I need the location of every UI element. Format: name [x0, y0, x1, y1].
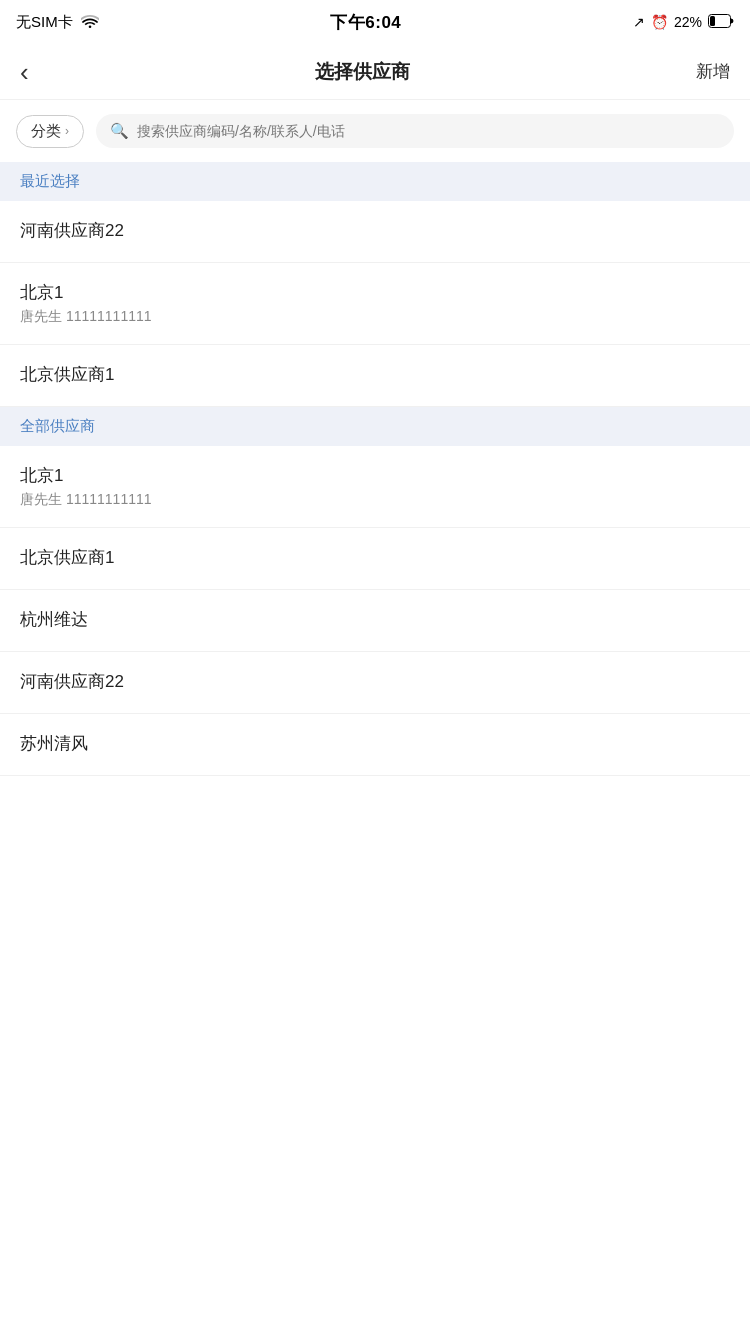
supplier-item[interactable]: 北京1 唐先生 11111111111 — [0, 446, 750, 528]
add-button[interactable]: 新增 — [696, 60, 730, 83]
page-title: 选择供应商 — [315, 59, 410, 85]
supplier-name: 杭州维达 — [20, 608, 730, 631]
search-input[interactable] — [137, 123, 720, 139]
supplier-name: 北京供应商1 — [20, 363, 730, 386]
supplier-name: 河南供应商22 — [20, 219, 730, 242]
battery-level: 22% — [674, 14, 702, 30]
location-icon: ↗ — [633, 14, 645, 30]
status-right: ↗ ⏰ 22% — [633, 14, 734, 31]
supplier-contact: 唐先生 11111111111 — [20, 308, 730, 326]
status-left: 无SIM卡 — [16, 13, 99, 32]
supplier-contact: 唐先生 11111111111 — [20, 491, 730, 509]
wifi-icon — [81, 14, 99, 31]
supplier-item[interactable]: 苏州清风 — [0, 714, 750, 776]
status-bar: 无SIM卡 下午6:04 ↗ ⏰ 22% — [0, 0, 750, 44]
status-time: 下午6:04 — [330, 11, 401, 34]
filter-bar: 分类 › 🔍 — [0, 100, 750, 162]
recent-section-header: 最近选择 — [0, 162, 750, 201]
supplier-item[interactable]: 河南供应商22 — [0, 201, 750, 263]
all-section-header: 全部供应商 — [0, 407, 750, 446]
supplier-item[interactable]: 河南供应商22 — [0, 652, 750, 714]
supplier-item[interactable]: 北京1 唐先生 11111111111 — [0, 263, 750, 345]
nav-bar: ‹ 选择供应商 新增 — [0, 44, 750, 100]
supplier-name: 北京1 — [20, 464, 730, 487]
battery-icon — [708, 14, 734, 31]
category-button[interactable]: 分类 › — [16, 115, 84, 148]
all-section-label: 全部供应商 — [20, 417, 95, 434]
search-bar[interactable]: 🔍 — [96, 114, 734, 148]
search-icon: 🔍 — [110, 122, 129, 140]
supplier-item[interactable]: 杭州维达 — [0, 590, 750, 652]
supplier-item[interactable]: 北京供应商1 — [0, 345, 750, 407]
chevron-right-icon: › — [65, 124, 69, 138]
svg-rect-1 — [710, 16, 715, 26]
supplier-item[interactable]: 北京供应商1 — [0, 528, 750, 590]
recent-section-label: 最近选择 — [20, 172, 80, 189]
alarm-icon: ⏰ — [651, 14, 668, 30]
supplier-name: 苏州清风 — [20, 732, 730, 755]
category-label: 分类 — [31, 122, 61, 141]
supplier-name: 北京1 — [20, 281, 730, 304]
all-items-list: 北京1 唐先生 11111111111 北京供应商1 杭州维达河南供应商22 苏州清风 — [0, 446, 750, 776]
back-button[interactable]: ‹ — [20, 59, 29, 85]
sim-status: 无SIM卡 — [16, 13, 73, 32]
supplier-name: 北京供应商1 — [20, 546, 730, 569]
supplier-name: 河南供应商22 — [20, 670, 730, 693]
recent-items-list: 河南供应商22 北京1 唐先生 11111111111 北京供应商1 — [0, 201, 750, 407]
